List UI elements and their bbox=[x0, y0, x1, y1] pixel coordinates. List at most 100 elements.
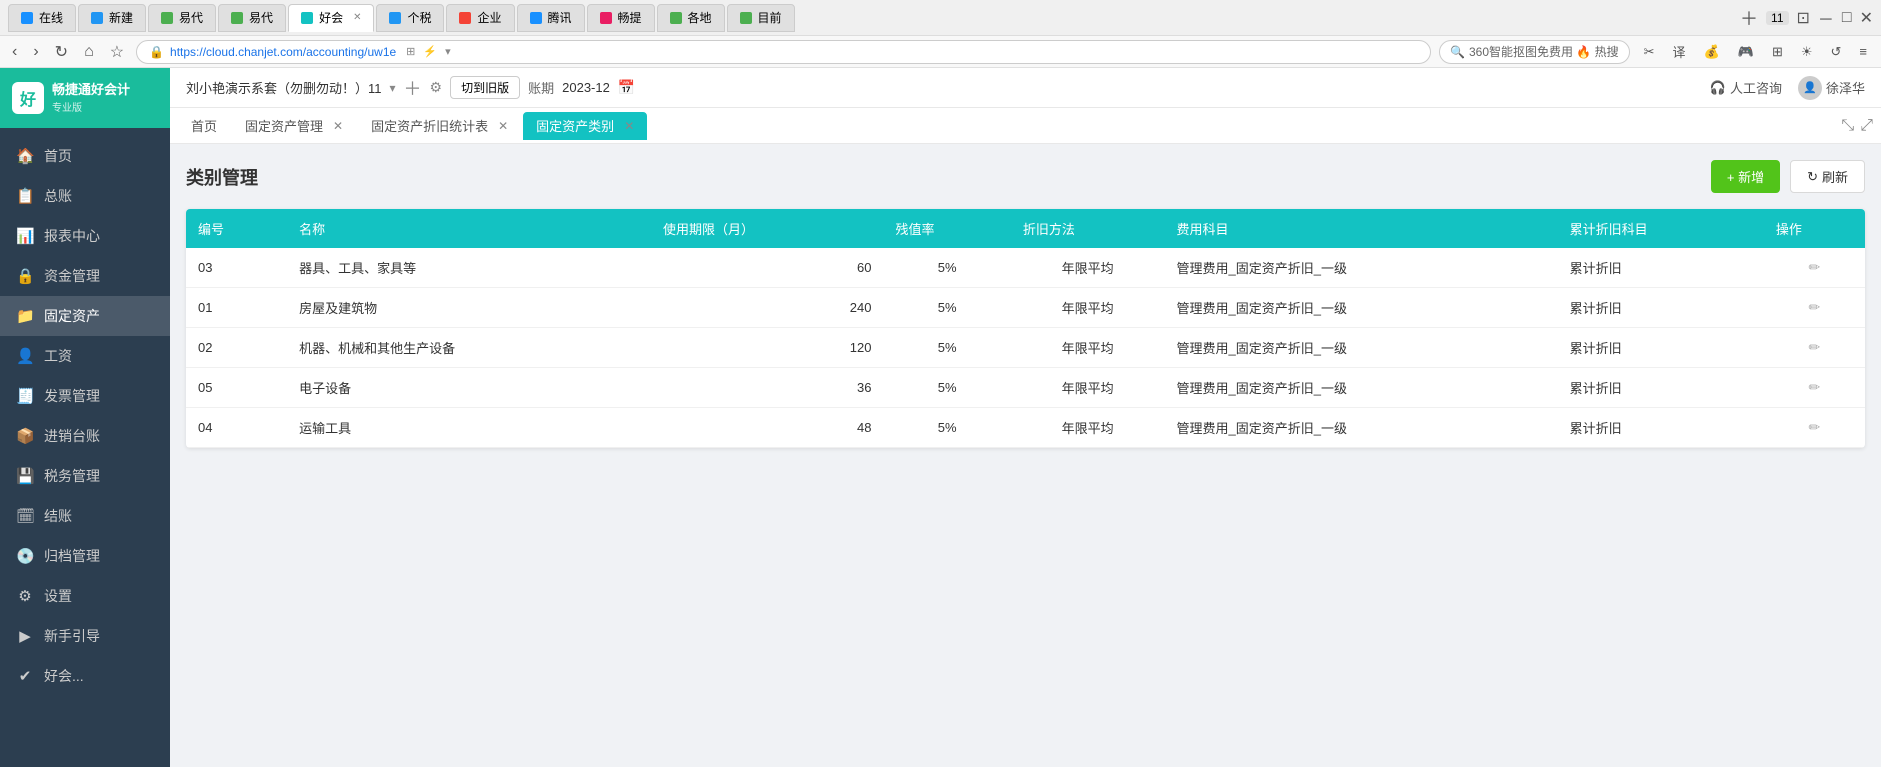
edit-icon-2[interactable]: ✏ bbox=[1809, 339, 1821, 355]
refresh-btn[interactable]: ↻ 刷新 bbox=[1790, 160, 1865, 193]
cell-code-2: 02 bbox=[186, 328, 287, 368]
page-tab-pt3[interactable]: 固定资产折旧统计表✕ bbox=[358, 112, 521, 140]
dropdown-icon[interactable]: ▾ bbox=[390, 81, 396, 95]
add-company-btn[interactable]: ＋ bbox=[404, 75, 422, 101]
boost-icon[interactable]: ⚡ bbox=[423, 45, 437, 58]
add-category-btn[interactable]: + 新增 bbox=[1711, 160, 1780, 193]
sidebar-item-more[interactable]: ✔好会... bbox=[0, 656, 170, 696]
cell-expense-4: 管理费用_固定资产折旧_一级 bbox=[1165, 408, 1558, 448]
sidebar-item-guide[interactable]: ▶新手引导 bbox=[0, 616, 170, 656]
sidebar-icon-invoice: 🧾 bbox=[16, 387, 34, 405]
sidebar-item-settings[interactable]: ⚙设置 bbox=[0, 576, 170, 616]
wallet-btn[interactable]: 💰 bbox=[1698, 42, 1726, 62]
sidebar-item-home[interactable]: 🏠首页 bbox=[0, 136, 170, 176]
browser-tab-t9[interactable]: 畅提 bbox=[587, 4, 655, 32]
table-header: 编号名称使用期限（月）残值率折旧方法费用科目累计折旧科目操作 bbox=[186, 209, 1865, 248]
minimize-pane-icon[interactable]: ⤡ bbox=[1841, 117, 1854, 135]
sidebar-item-capital[interactable]: 🔒资金管理 bbox=[0, 256, 170, 296]
edit-icon-3[interactable]: ✏ bbox=[1809, 379, 1821, 395]
sidebar-icon-close: 🗓 bbox=[16, 507, 34, 525]
tab-close-t5[interactable]: ✕ bbox=[353, 12, 361, 23]
settings-gear-icon[interactable]: ⚙ bbox=[430, 79, 443, 96]
site-info-icon[interactable]: ⊞ bbox=[406, 45, 415, 58]
cell-action-3[interactable]: ✏ bbox=[1764, 368, 1865, 408]
cell-expense-1: 管理费用_固定资产折旧_一级 bbox=[1165, 288, 1558, 328]
sidebar-item-report[interactable]: 📊报表中心 bbox=[0, 216, 170, 256]
browser-tab-t5[interactable]: 好会✕ bbox=[288, 4, 374, 32]
logo-sub: 专业版 bbox=[52, 99, 130, 114]
minimize-btn[interactable]: － bbox=[1818, 6, 1834, 30]
reload-btn[interactable]: ↻ bbox=[51, 40, 72, 64]
cell-action-4[interactable]: ✏ bbox=[1764, 408, 1865, 448]
tab-favicon-t2 bbox=[91, 12, 103, 24]
sidebar-item-salary[interactable]: 👤工资 bbox=[0, 336, 170, 376]
address-bar[interactable]: 🔒 https://cloud.chanjet.com/accounting/u… bbox=[136, 40, 1431, 64]
restore-btn[interactable]: ⊡ bbox=[1797, 8, 1810, 28]
cell-action-0[interactable]: ✏ bbox=[1764, 248, 1865, 288]
page-tab-pt2[interactable]: 固定资产管理✕ bbox=[232, 112, 356, 140]
search-placeholder-text: 360智能抠图免费用 🔥 热搜 bbox=[1469, 43, 1619, 60]
edit-icon-1[interactable]: ✏ bbox=[1809, 299, 1821, 315]
cell-action-1[interactable]: ✏ bbox=[1764, 288, 1865, 328]
browser-tab-t7[interactable]: 企业 bbox=[446, 4, 514, 32]
sidebar-item-archive[interactable]: 💿归档管理 bbox=[0, 536, 170, 576]
menu-btn[interactable]: ≡ bbox=[1853, 42, 1873, 61]
cell-name-0: 器具、工具、家具等 bbox=[287, 248, 651, 288]
maximize-pane-icon[interactable]: ⤢ bbox=[1860, 117, 1873, 135]
user-profile-btn[interactable]: 👤 徐泽华 bbox=[1798, 76, 1865, 100]
browser-tab-t2[interactable]: 新建 bbox=[78, 4, 146, 32]
expand-address-icon[interactable]: ▾ bbox=[445, 45, 451, 58]
page-tab-pt1[interactable]: 首页 bbox=[178, 112, 230, 140]
calendar-icon[interactable]: 📅 bbox=[618, 79, 635, 96]
sidebar-item-tax[interactable]: 💾税务管理 bbox=[0, 456, 170, 496]
page-tab-close-pt3[interactable]: ✕ bbox=[498, 119, 508, 133]
brightness-btn[interactable]: ☀ bbox=[1795, 42, 1819, 62]
logo-name: 畅捷通好会计 bbox=[52, 82, 130, 99]
cell-residual-4: 5% bbox=[883, 408, 1010, 448]
sidebar-item-fixed[interactable]: 📁固定资产 bbox=[0, 296, 170, 336]
page-tab-pt4[interactable]: 固定资产类别✕ bbox=[523, 112, 647, 140]
browser-tab-t4[interactable]: 易代 bbox=[218, 4, 286, 32]
sidebar-item-ledger[interactable]: 📋总账 bbox=[0, 176, 170, 216]
cell-action-2[interactable]: ✏ bbox=[1764, 328, 1865, 368]
sidebar-label-capital: 资金管理 bbox=[44, 266, 100, 286]
col-method: 折旧方法 bbox=[1011, 209, 1165, 248]
forward-btn[interactable]: › bbox=[29, 41, 42, 63]
user-name-display: 刘小艳演示系套（勿删勿动！）11 bbox=[186, 78, 382, 97]
browser-tab-t11[interactable]: 目前 bbox=[727, 4, 795, 32]
sidebar-item-stock[interactable]: 📦进销台账 bbox=[0, 416, 170, 456]
browser-search-box[interactable]: 🔍 360智能抠图免费用 🔥 热搜 bbox=[1439, 40, 1630, 64]
bookmark-btn[interactable]: ☆ bbox=[106, 40, 128, 64]
consult-btn[interactable]: 🎧 人工咨询 bbox=[1710, 78, 1782, 97]
cut-btn[interactable]: ✂ bbox=[1638, 42, 1661, 62]
switch-to-old-btn[interactable]: 切到旧版 bbox=[450, 76, 520, 99]
browser-tab-t10[interactable]: 各地 bbox=[657, 4, 725, 32]
cell-residual-0: 5% bbox=[883, 248, 1010, 288]
browser-tab-t8[interactable]: 腾讯 bbox=[517, 4, 585, 32]
edit-icon-4[interactable]: ✏ bbox=[1809, 419, 1821, 435]
translate-btn[interactable]: 译 bbox=[1667, 40, 1692, 63]
page-tab-close-pt2[interactable]: ✕ bbox=[333, 119, 343, 133]
browser-tab-t1[interactable]: 在线 bbox=[8, 4, 76, 32]
cell-period-2: 120 bbox=[651, 328, 884, 368]
cell-method-3: 年限平均 bbox=[1011, 368, 1165, 408]
cell-method-0: 年限平均 bbox=[1011, 248, 1165, 288]
maximize-btn[interactable]: □ bbox=[1842, 9, 1852, 27]
new-tab-btn[interactable]: ＋ bbox=[1740, 5, 1758, 31]
back-btn[interactable]: ‹ bbox=[8, 41, 21, 63]
history-btn[interactable]: ↺ bbox=[1825, 42, 1848, 62]
game-btn[interactable]: 🎮 bbox=[1732, 42, 1760, 62]
page-title: 类别管理 bbox=[186, 164, 258, 190]
tab-label-t2: 新建 bbox=[109, 9, 133, 26]
sidebar-item-invoice[interactable]: 🧾发票管理 bbox=[0, 376, 170, 416]
tab-favicon-t7 bbox=[459, 12, 471, 24]
cell-name-3: 电子设备 bbox=[287, 368, 651, 408]
home-btn[interactable]: ⌂ bbox=[80, 41, 98, 63]
browser-tab-t6[interactable]: 个税 bbox=[376, 4, 444, 32]
close-window-btn[interactable]: ✕ bbox=[1860, 8, 1873, 28]
grid-btn[interactable]: ⊞ bbox=[1766, 42, 1789, 62]
browser-tab-t3[interactable]: 易代 bbox=[148, 4, 216, 32]
edit-icon-0[interactable]: ✏ bbox=[1809, 259, 1821, 275]
page-tab-close-pt4[interactable]: ✕ bbox=[624, 119, 634, 133]
sidebar-item-close[interactable]: 🗓结账 bbox=[0, 496, 170, 536]
